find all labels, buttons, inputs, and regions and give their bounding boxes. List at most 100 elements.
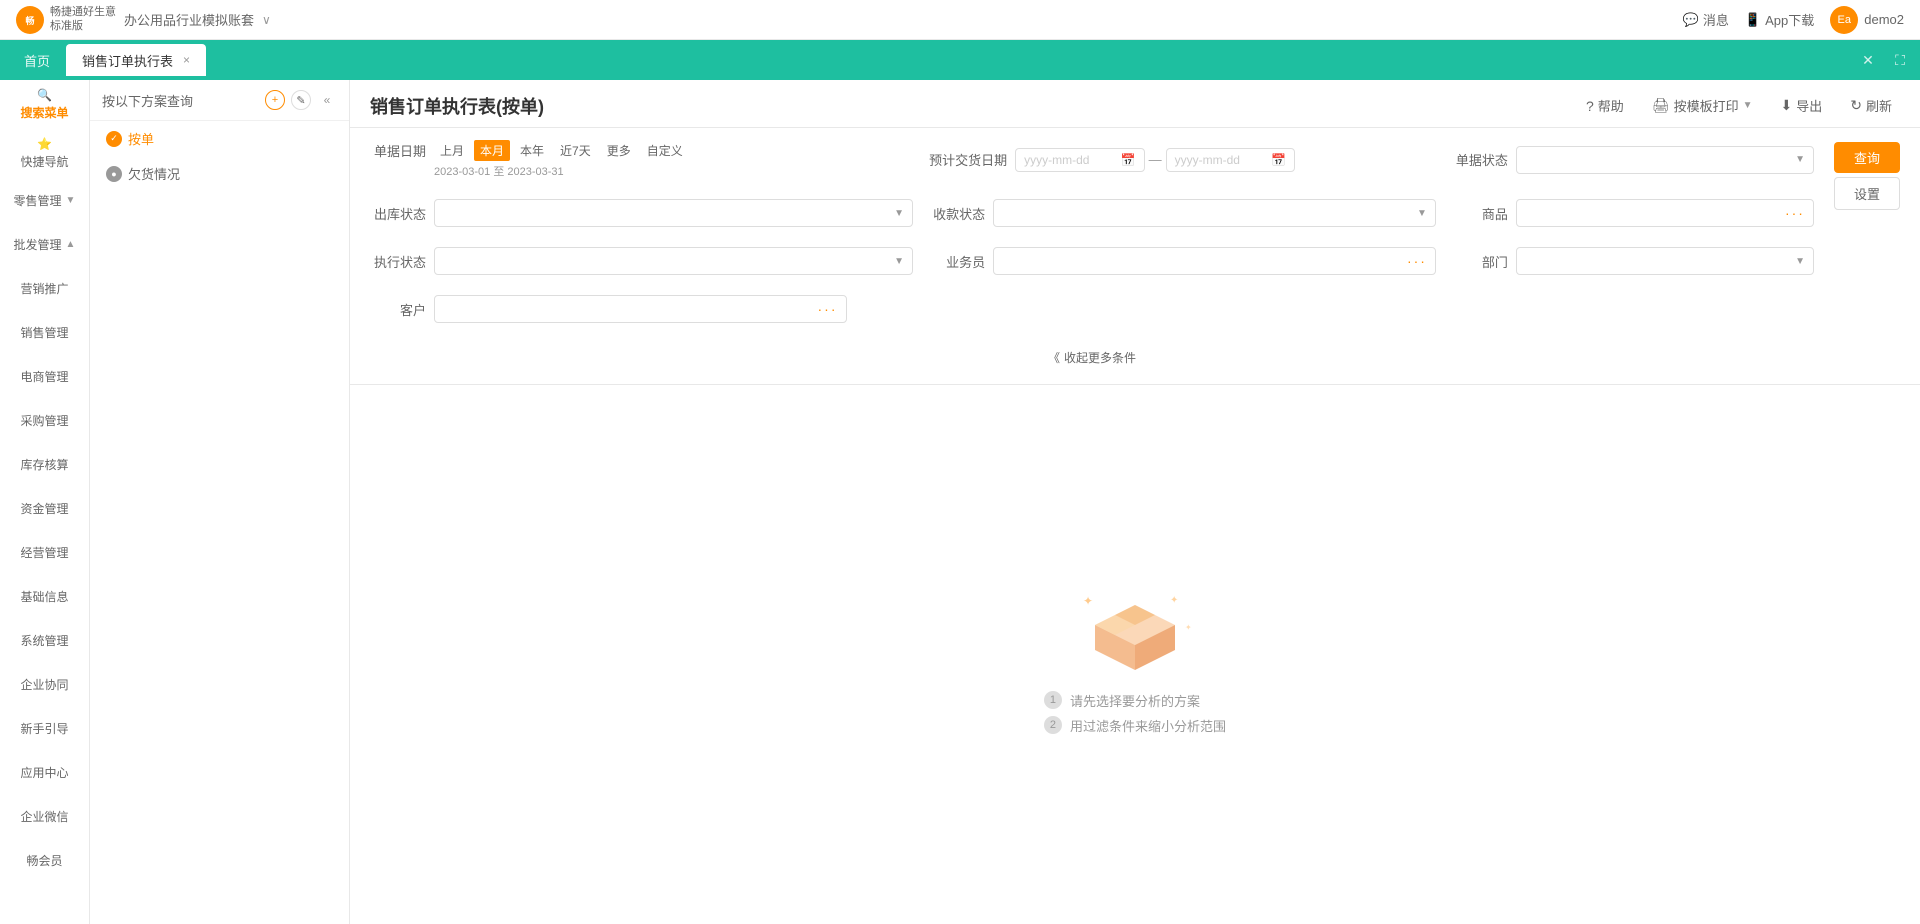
sidebar-item-member[interactable]: 畅会员	[0, 838, 89, 882]
filter-row-2: 出库状态 ▼ 收款状态 ▼	[370, 199, 1814, 227]
exec-status-select[interactable]: ▼	[434, 247, 913, 275]
sidebar-item-appcenter[interactable]: 应用中心	[0, 750, 89, 794]
page-actions: ? 帮助 🖨 按模板打印 ▼ ⬇ 导出 ↻ 刷新	[1578, 92, 1900, 119]
collection-status-label: 收款状态	[929, 204, 985, 223]
calendar-end-icon: 📅	[1271, 153, 1286, 167]
product-select[interactable]: ···	[1516, 199, 1814, 227]
sidebar-item-retail[interactable]: 零售管理 ▼	[0, 178, 89, 222]
tab-active[interactable]: 销售订单执行表 ×	[66, 44, 206, 76]
filter-group-out-status: 出库状态 ▼	[370, 199, 913, 227]
help-button[interactable]: ? 帮助	[1578, 92, 1632, 119]
date-range-display: 2023-03-01 至 2023-03-31	[434, 166, 564, 178]
content-area: 按以下方案查询 + ✎ « ✓ 按单 ● 欠货情况 销售订单执行表(按单)	[90, 80, 1920, 924]
out-status-select[interactable]: ▼	[434, 199, 913, 227]
avatar: Ea	[1830, 6, 1858, 34]
export-icon: ⬇	[1781, 97, 1793, 114]
sidebar-item-sales[interactable]: 销售管理	[0, 310, 89, 354]
export-button[interactable]: ⬇ 导出	[1773, 92, 1831, 119]
filter-row-3: 执行状态 ▼ 业务员 ···	[370, 247, 1814, 275]
tab-controls: ✕ ⛶	[1856, 48, 1912, 72]
app-icon: 📱	[1745, 12, 1761, 28]
breadcrumb-arrow-icon[interactable]: ∨	[262, 13, 271, 27]
tab-maximize-icon[interactable]: ⛶	[1888, 48, 1912, 72]
filter-group-collection-status: 收款状态 ▼	[929, 199, 1436, 227]
sidebar-item-quick-nav[interactable]: ⭐ 快捷导航	[0, 129, 89, 178]
expected-date-end[interactable]: yyyy-mm-dd 📅	[1166, 148, 1296, 172]
filter-group-customer: 客户 ···	[370, 295, 847, 323]
customer-dots-icon[interactable]: ···	[818, 301, 838, 317]
out-status-arrow-icon: ▼	[894, 208, 904, 219]
order-status-select[interactable]: ▼	[1516, 146, 1814, 174]
top-header: 畅 畅捷通好生意 标准版 办公用品行业模拟账套 ∨ 💬 消息 📱 App下载 E…	[0, 0, 1920, 40]
tab-close-window-icon[interactable]: ✕	[1856, 48, 1880, 72]
sidebar-item-wechat[interactable]: 企业微信	[0, 794, 89, 838]
sidebar-item-marketing[interactable]: 营销推广	[0, 266, 89, 310]
svg-text:畅: 畅	[25, 15, 34, 26]
filter-add-button[interactable]: +	[265, 90, 285, 110]
product-dots-icon[interactable]: ···	[1785, 205, 1805, 221]
refresh-icon: ↻	[1850, 97, 1862, 114]
wholesale-expand-icon: ▲	[66, 239, 76, 250]
expected-date-start[interactable]: yyyy-mm-dd 📅	[1015, 148, 1145, 172]
sidebar-item-search[interactable]: 🔍 搜索菜单	[0, 80, 89, 129]
logo-icon: 畅	[16, 6, 44, 34]
svg-text:✦: ✦	[1083, 594, 1093, 608]
empty-steps: 1 请先选择要分析的方案 2 用过滤条件来缩小分析范围	[1044, 691, 1226, 735]
step-1-num: 1	[1044, 691, 1062, 709]
date-tabs: 上月 本月 本年 近7天 更多 自定义	[434, 140, 689, 161]
sidebar-item-operations[interactable]: 经营管理	[0, 530, 89, 574]
retail-expand-icon: ▼	[66, 195, 76, 206]
empty-step-1: 1 请先选择要分析的方案	[1044, 691, 1226, 710]
collapse-more-button[interactable]: 《 收起更多条件	[370, 343, 1814, 372]
date-tab-current-year[interactable]: 本年	[514, 140, 550, 161]
tab-close-icon[interactable]: ×	[183, 53, 190, 67]
empty-step-2: 2 用过滤条件来缩小分析范围	[1044, 716, 1226, 735]
message-icon: 💬	[1683, 12, 1699, 28]
refresh-button[interactable]: ↻ 刷新	[1842, 92, 1900, 119]
sidebar-item-purchase[interactable]: 采购管理	[0, 398, 89, 442]
collection-status-select[interactable]: ▼	[993, 199, 1436, 227]
filter-item-by-order[interactable]: ✓ 按单	[90, 121, 349, 156]
app-download-button[interactable]: 📱 App下载	[1745, 10, 1814, 29]
sidebar-item-basicinfo[interactable]: 基础信息	[0, 574, 89, 618]
step-2-num: 2	[1044, 716, 1062, 734]
main-layout: 🔍 搜索菜单 ⭐ 快捷导航 零售管理 ▼ 批发管理 ▲ 营销推广 销售管理 电商…	[0, 80, 1920, 924]
customer-select[interactable]: ···	[434, 295, 847, 323]
sidebar-item-newuser[interactable]: 新手引导	[0, 706, 89, 750]
filter-item-shortage[interactable]: ● 欠货情况	[90, 156, 349, 191]
main-content: 销售订单执行表(按单) ? 帮助 🖨 按模板打印 ▼ ⬇ 导出	[350, 80, 1920, 924]
dept-select[interactable]: ▼	[1516, 247, 1814, 275]
date-tab-last-month[interactable]: 上月	[434, 140, 470, 161]
template-print-button[interactable]: 🖨 按模板打印 ▼	[1644, 92, 1761, 119]
date-tab-current-month[interactable]: 本月	[474, 140, 510, 161]
filter-edit-button[interactable]: ✎	[291, 90, 311, 110]
query-button[interactable]: 查询	[1834, 142, 1900, 173]
search-filters: 单据日期 上月 本月 本年 近7天 更多 自定义	[350, 128, 1920, 385]
date-separator: —	[1149, 152, 1162, 167]
salesperson-select[interactable]: ···	[993, 247, 1436, 275]
sidebar-item-system[interactable]: 系统管理	[0, 618, 89, 662]
filter-panel-title: 按以下方案查询	[102, 91, 193, 110]
help-icon: ?	[1586, 98, 1594, 114]
date-tab-7days[interactable]: 近7天	[554, 140, 597, 161]
sidebar-item-inventory[interactable]: 库存核算	[0, 442, 89, 486]
tab-home[interactable]: 首页	[8, 44, 66, 76]
sidebar: 🔍 搜索菜单 ⭐ 快捷导航 零售管理 ▼ 批发管理 ▲ 营销推广 销售管理 电商…	[0, 80, 90, 924]
salesperson-label: 业务员	[929, 252, 985, 271]
message-button[interactable]: 💬 消息	[1683, 10, 1729, 29]
salesperson-dots-icon[interactable]: ···	[1407, 253, 1427, 269]
product-label: 商品	[1452, 204, 1508, 223]
filter-collapse-button[interactable]: «	[317, 90, 337, 110]
sidebar-item-ecommerce[interactable]: 电商管理	[0, 354, 89, 398]
user-profile[interactable]: Ea demo2	[1830, 6, 1904, 34]
date-tab-more[interactable]: 更多	[601, 140, 637, 161]
filter-item-icon-order: ✓	[106, 131, 122, 147]
date-tab-custom[interactable]: 自定义	[641, 140, 689, 161]
sidebar-item-collaboration[interactable]: 企业协同	[0, 662, 89, 706]
settings-button[interactable]: 设置	[1834, 177, 1900, 210]
filter-panel-header: 按以下方案查询 + ✎ «	[90, 80, 349, 121]
sidebar-item-wholesale[interactable]: 批发管理 ▲	[0, 222, 89, 266]
sidebar-item-finance[interactable]: 资金管理	[0, 486, 89, 530]
date-field-label: 单据日期	[370, 141, 426, 160]
page-header: 销售订单执行表(按单) ? 帮助 🖨 按模板打印 ▼ ⬇ 导出	[350, 80, 1920, 128]
